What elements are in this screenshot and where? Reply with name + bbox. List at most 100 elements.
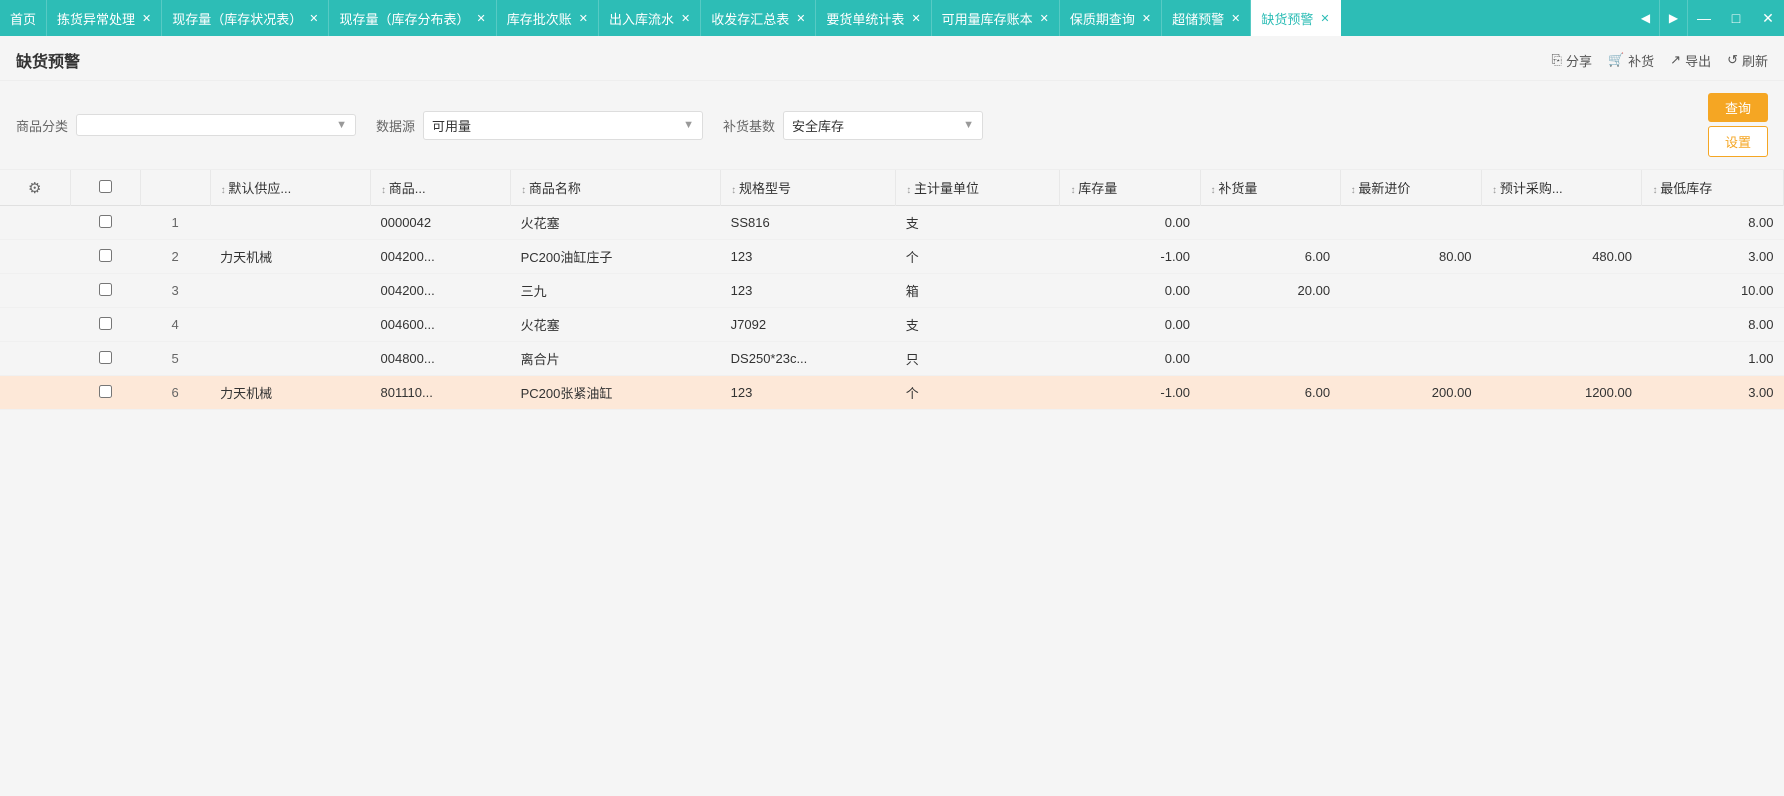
row-stock: 0.00 <box>1060 274 1200 308</box>
table-row[interactable]: 6 力天机械 801110... PC200张紧油缸 123 个 -1.00 6… <box>0 376 1784 410</box>
table-row[interactable]: 3 004200... 三九 123 箱 0.00 20.00 10.00 <box>0 274 1784 308</box>
nav-right-arrow[interactable]: ▶ <box>1660 0 1688 36</box>
nav-tab-close-icon[interactable]: ✕ <box>309 12 318 25</box>
table-header: ⚙ 默认供应... 商品... 商品名称 规格型号 主计量单位 库存量 补货量 … <box>0 170 1784 206</box>
nav-tab-close-icon[interactable]: ✕ <box>1231 12 1240 25</box>
refresh-button[interactable]: ↺ 刷新 <box>1727 51 1768 70</box>
filter-actions: 查询 设置 <box>1708 93 1768 157</box>
row-unit: 只 <box>896 342 1060 376</box>
replenish-column-header[interactable]: 补货量 <box>1200 170 1340 206</box>
nav-left-arrow[interactable]: ◀ <box>1632 0 1660 36</box>
row-min-stock: 8.00 <box>1642 308 1784 342</box>
nav-tab-10[interactable]: 超储预警✕ <box>1162 0 1251 36</box>
settings-column-header[interactable]: ⚙ <box>0 170 70 206</box>
page-header: 缺货预警 ⎘ 分享 🛒 补货 ↗ 导出 ↺ 刷新 <box>0 36 1784 81</box>
category-arrow-icon: ▼ <box>336 119 347 131</box>
nav-tab-5[interactable]: 出入库流水✕ <box>599 0 701 36</box>
nav-tab-close-icon[interactable]: ✕ <box>1142 12 1151 25</box>
nav-tab-label: 现存量（库存状况表） <box>172 9 302 28</box>
spec-column-header[interactable]: 规格型号 <box>721 170 896 206</box>
share-button[interactable]: ⎘ 分享 <box>1552 51 1592 70</box>
nav-tab-close-icon[interactable]: ✕ <box>911 12 920 25</box>
row-checkbox[interactable] <box>99 385 112 398</box>
row-code: 004600... <box>371 308 511 342</box>
row-checkbox[interactable] <box>99 317 112 330</box>
row-name: 离合片 <box>511 342 721 376</box>
replenish-select[interactable]: 安全库存 ▼ <box>783 111 983 140</box>
select-all-checkbox[interactable] <box>99 180 112 193</box>
row-latest-price <box>1340 206 1481 240</box>
nav-tab-close-icon[interactable]: ✕ <box>579 12 588 25</box>
nav-tab-close-icon[interactable]: ✕ <box>477 12 486 25</box>
nav-tab-7[interactable]: 要货单统计表 ✕ <box>816 0 931 36</box>
supplier-column-header[interactable]: 默认供应... <box>210 170 370 206</box>
nav-tab-label: 收发存汇总表 <box>711 9 789 28</box>
nav-tab-label: 要货单统计表 <box>826 9 904 28</box>
settings-button[interactable]: 设置 <box>1708 126 1768 157</box>
min-stock-column-header[interactable]: 最低库存 <box>1642 170 1784 206</box>
unit-column-header[interactable]: 主计量单位 <box>896 170 1060 206</box>
row-checkbox[interactable] <box>99 351 112 364</box>
row-unit: 个 <box>896 376 1060 410</box>
nav-tab-close-icon[interactable]: ✕ <box>1320 12 1329 25</box>
window-maximize-button[interactable]: □ <box>1720 0 1752 36</box>
nav-tab-6[interactable]: 收发存汇总表 ✕ <box>701 0 816 36</box>
row-checkbox-cell[interactable] <box>70 308 140 342</box>
nav-tab-8[interactable]: 可用量库存账本✕ <box>932 0 1060 36</box>
replenish-button[interactable]: 🛒 补货 <box>1608 51 1654 70</box>
window-minimize-button[interactable]: — <box>1688 0 1720 36</box>
query-button[interactable]: 查询 <box>1708 93 1768 122</box>
export-button[interactable]: ↗ 导出 <box>1670 51 1711 70</box>
nav-tab-2[interactable]: 现存量（库存状况表） ✕ <box>162 0 329 36</box>
purchase-column-header[interactable]: 预计采购... <box>1482 170 1642 206</box>
row-unit: 支 <box>896 308 1060 342</box>
code-column-header[interactable]: 商品... <box>371 170 511 206</box>
column-settings-icon[interactable]: ⚙ <box>28 180 41 197</box>
table-row[interactable]: 2 力天机械 004200... PC200油缸庄子 123 个 -1.00 6… <box>0 240 1784 274</box>
row-stock: -1.00 <box>1060 240 1200 274</box>
row-number: 1 <box>140 206 210 240</box>
nav-tab-3[interactable]: 现存量（库存分布表）✕ <box>329 0 496 36</box>
data-table-container: ⚙ 默认供应... 商品... 商品名称 规格型号 主计量单位 库存量 补货量 … <box>0 170 1784 410</box>
datasource-select[interactable]: 可用量 ▼ <box>423 111 703 140</box>
row-checkbox[interactable] <box>99 283 112 296</box>
row-number: 2 <box>140 240 210 274</box>
row-checkbox[interactable] <box>99 249 112 262</box>
nav-tab-close-icon[interactable]: ✕ <box>796 12 805 25</box>
row-name: 火花塞 <box>511 308 721 342</box>
stock-column-header[interactable]: 库存量 <box>1060 170 1200 206</box>
row-spec: 123 <box>721 240 896 274</box>
window-close-button[interactable]: ✕ <box>1752 0 1784 36</box>
row-unit: 箱 <box>896 274 1060 308</box>
row-latest-price: 200.00 <box>1340 376 1481 410</box>
row-latest-price <box>1340 308 1481 342</box>
nav-tab-1[interactable]: 拣货异常处理✕ <box>47 0 162 36</box>
category-select[interactable]: ▼ <box>76 114 356 136</box>
table-row[interactable]: 4 004600... 火花塞 J7092 支 0.00 8.00 <box>0 308 1784 342</box>
row-checkbox-cell[interactable] <box>70 274 140 308</box>
row-checkbox-cell[interactable] <box>70 376 140 410</box>
row-supplier <box>210 308 370 342</box>
row-supplier: 力天机械 <box>210 240 370 274</box>
row-est-purchase: 480.00 <box>1482 240 1642 274</box>
table-row[interactable]: 1 0000042 火花塞 SS816 支 0.00 8.00 <box>0 206 1784 240</box>
nav-tab-close-icon[interactable]: ✕ <box>1040 12 1049 25</box>
row-checkbox[interactable] <box>99 215 112 228</box>
nav-tab-4[interactable]: 库存批次账✕ <box>497 0 599 36</box>
nav-tab-close-icon[interactable]: ✕ <box>681 12 690 25</box>
row-number: 4 <box>140 308 210 342</box>
nav-tab-0[interactable]: 首页 <box>0 0 47 36</box>
nav-tab-close-icon[interactable]: ✕ <box>142 12 151 25</box>
table-row[interactable]: 5 004800... 离合片 DS250*23c... 只 0.00 1.00 <box>0 342 1784 376</box>
row-code: 004200... <box>371 274 511 308</box>
row-est-purchase <box>1482 308 1642 342</box>
check-column-header[interactable] <box>70 170 140 206</box>
price-column-header[interactable]: 最新进价 <box>1340 170 1481 206</box>
row-checkbox-cell[interactable] <box>70 342 140 376</box>
name-column-header[interactable]: 商品名称 <box>511 170 721 206</box>
nav-tab-9[interactable]: 保质期查询✕ <box>1060 0 1162 36</box>
row-checkbox-cell[interactable] <box>70 240 140 274</box>
row-checkbox-cell[interactable] <box>70 206 140 240</box>
nav-tab-11[interactable]: 缺货预警✕ <box>1251 0 1340 36</box>
row-unit: 支 <box>896 206 1060 240</box>
